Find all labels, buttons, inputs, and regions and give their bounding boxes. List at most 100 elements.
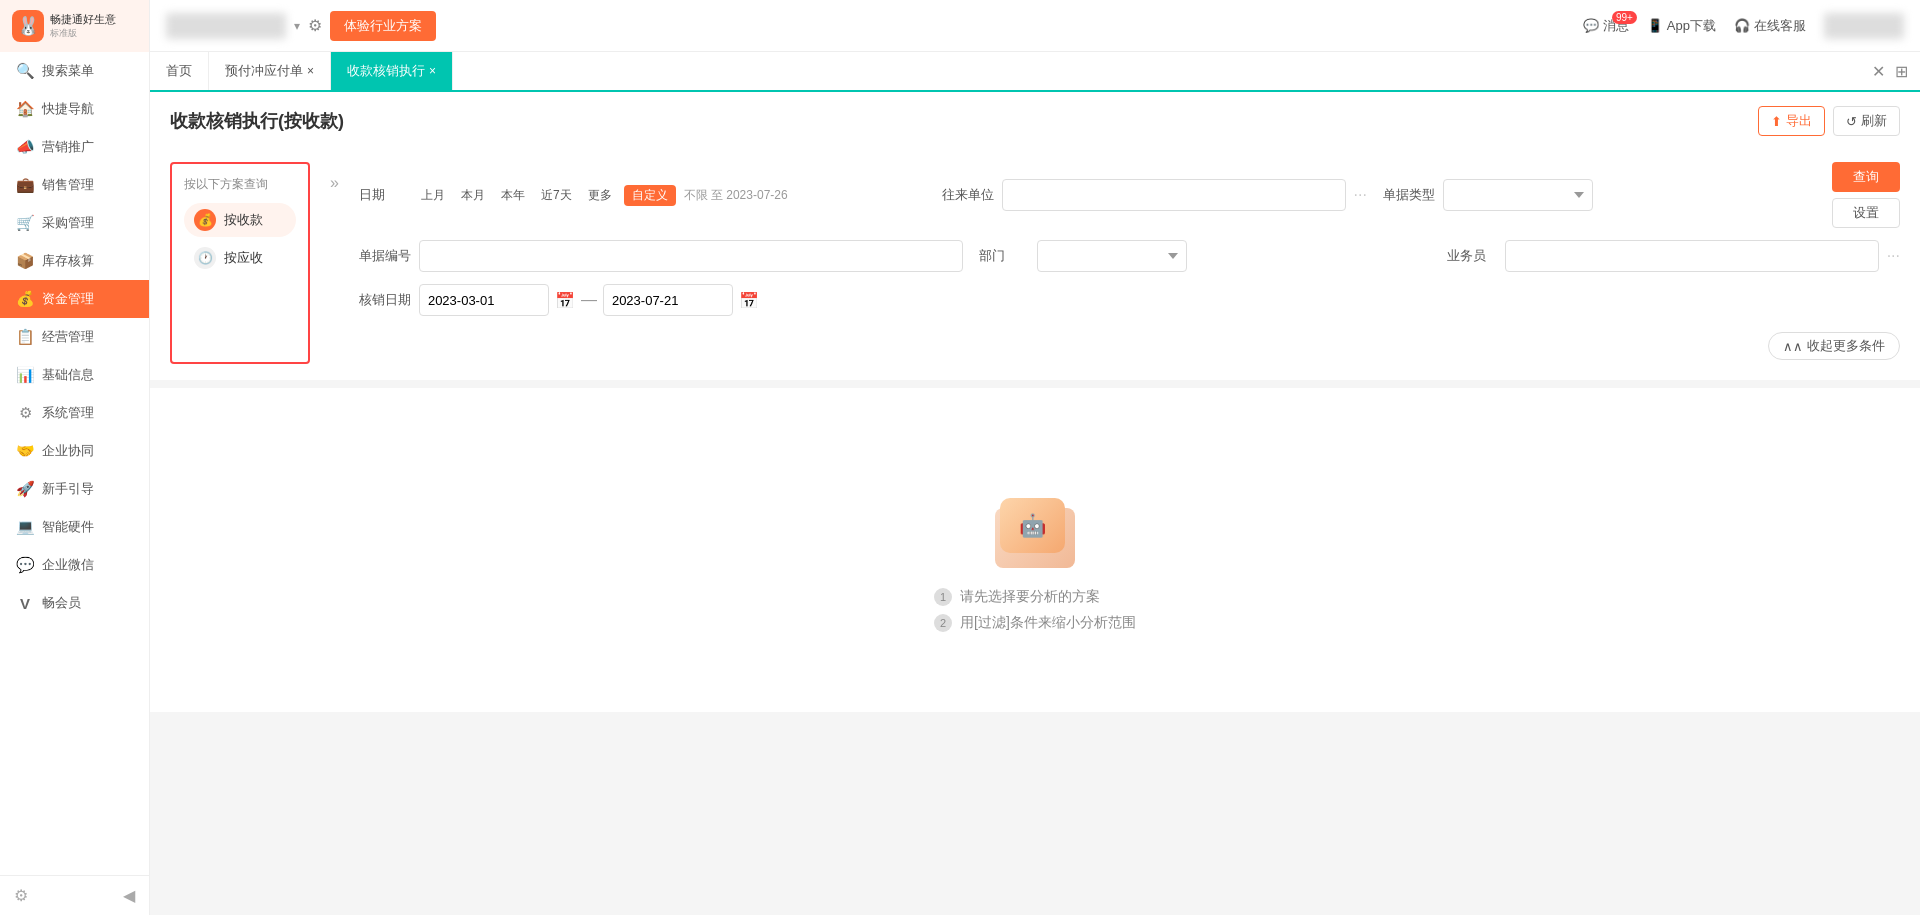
tab-writeoff-close[interactable]: × [429,64,436,78]
filter-option-receivable-label: 按应收 [224,249,263,267]
sidebar-label-enterprise: 企业协同 [42,442,94,460]
sidebar-label-finance: 资金管理 [42,290,94,308]
service-icon: 🎧 [1734,18,1750,33]
tip-num-2: 2 [934,614,952,632]
this-month-btn[interactable]: 本月 [457,185,489,206]
tab-home[interactable]: 首页 [150,52,209,90]
refresh-button[interactable]: ↺ 刷新 [1833,106,1900,136]
export-button[interactable]: ⬆ 导出 [1758,106,1825,136]
collapse-left-panel[interactable]: » [326,170,343,196]
dept-label: 部门 [979,247,1029,265]
sidebar-item-marketing[interactable]: 📣 营销推广 [0,128,149,166]
sidebar-item-search[interactable]: 🔍 搜索菜单 [0,52,149,90]
sidebar-item-basic[interactable]: 📊 基础信息 [0,356,149,394]
staff-field: 业务员 ··· [1447,240,1900,272]
sidebar-item-purchase[interactable]: 🛒 采购管理 [0,204,149,242]
staff-input[interactable] [1505,240,1878,272]
management-icon: 📋 [16,328,34,346]
staff-dots[interactable]: ··· [1887,247,1900,265]
collapse-sidebar-icon[interactable]: ◀ [123,886,135,905]
custom-date-btn[interactable]: 自定义 [624,185,676,206]
sidebar-item-guide[interactable]: 🚀 新手引导 [0,470,149,508]
date-separator: — [581,291,597,309]
sidebar-item-wechat[interactable]: 💬 企业微信 [0,546,149,584]
sidebar-logo: 🐰 畅捷通好生意 标准版 [0,0,149,52]
tabs-controls: ✕ ⊞ [1872,62,1920,81]
settings-footer-icon[interactable]: ⚙ [14,886,28,905]
writeoff-date-start-input[interactable] [419,284,549,316]
sidebar-item-finance[interactable]: 💰 资金管理 [0,280,149,318]
writeoff-start-cal-icon[interactable]: 📅 [555,291,575,310]
gear-icon[interactable]: ⚙ [308,16,322,35]
sidebar-item-inventory[interactable]: 📦 库存核算 [0,242,149,280]
sidebar-item-sales[interactable]: 💼 销售管理 [0,166,149,204]
app-download-button[interactable]: 📱 App下载 [1647,17,1716,35]
tab-writeoff-label: 收款核销执行 [347,62,425,80]
writeoff-date-end-input[interactable] [603,284,733,316]
sidebar-item-enterprise[interactable]: 🤝 企业协同 [0,432,149,470]
receivable-icon: 🕐 [194,247,216,269]
marketing-icon: 📣 [16,138,34,156]
inventory-icon: 📦 [16,252,34,270]
sidebar-item-nav[interactable]: 🏠 快捷导航 [0,90,149,128]
filter-row-3: 核销日期 📅 — 📅 [359,284,1900,316]
close-tab-icon[interactable]: ✕ [1872,62,1885,81]
setting-button[interactable]: 设置 [1832,198,1900,228]
date-field: 日期 上月 本月 本年 近7天 更多 自定义 不限 至 2023-07-26 [359,185,926,206]
filter-form: 日期 上月 本月 本年 近7天 更多 自定义 不限 至 2023-07-26 [359,162,1900,364]
last-7days-btn[interactable]: 近7天 [537,185,576,206]
counterparty-input[interactable] [1002,179,1346,211]
sidebar-label-wechat: 企业微信 [42,556,94,574]
app-label: App下载 [1667,17,1716,35]
dept-select[interactable] [1037,240,1187,272]
tip-text-1: 请先选择要分析的方案 [960,588,1100,606]
tab-writeoff[interactable]: 收款核销执行 × [331,52,453,90]
tab-prepay[interactable]: 预付冲应付单 × [209,52,331,90]
voucher-no-input[interactable] [419,240,963,272]
message-icon: 💬 [1583,18,1599,33]
topbar-left: ▾ ⚙ 体验行业方案 [166,11,436,41]
this-year-btn[interactable]: 本年 [497,185,529,206]
tabs-bar: 首页 预付冲应付单 × 收款核销执行 × ✕ ⊞ [150,52,1920,92]
message-button[interactable]: 💬 消息 99+ [1583,17,1629,35]
query-button[interactable]: 查询 [1832,162,1900,192]
topbar: ▾ ⚙ 体验行业方案 💬 消息 99+ 📱 App下载 🎧 在线客服 [150,0,1920,52]
app-icon: 📱 [1647,18,1663,33]
sidebar-item-system[interactable]: ⚙ 系统管理 [0,394,149,432]
writeoff-date-field: 核销日期 📅 — 📅 [359,284,759,316]
expand-tab-icon[interactable]: ⊞ [1895,62,1908,81]
tab-prepay-close[interactable]: × [307,64,314,78]
dropdown-icon[interactable]: ▾ [294,19,300,33]
collapse-icon: ∧∧ [1783,339,1803,354]
writeoff-end-cal-icon[interactable]: 📅 [739,291,759,310]
counterparty-label: 往来单位 [942,186,994,204]
more-date-btn[interactable]: 更多 [584,185,616,206]
tip-text-2: 用[过滤]条件来缩小分析范围 [960,614,1136,632]
sidebar-nav: 🔍 搜索菜单 🏠 快捷导航 📣 营销推广 💼 销售管理 🛒 采购管理 📦 库存核… [0,52,149,875]
date-label: 日期 [359,186,409,204]
sidebar-item-hardware[interactable]: 💻 智能硬件 [0,508,149,546]
sidebar-label-search: 搜索菜单 [42,62,94,80]
sidebar-label-guide: 新手引导 [42,480,94,498]
writeoff-date-group: 📅 — 📅 [419,284,759,316]
sidebar-label-nav: 快捷导航 [42,100,94,118]
counterparty-dots[interactable]: ··· [1354,186,1367,204]
sales-icon: 💼 [16,176,34,194]
sidebar-label-hardware: 智能硬件 [42,518,94,536]
date-shortcuts: 上月 本月 本年 近7天 更多 自定义 不限 至 2023-07-26 [417,185,788,206]
filter-row-1: 日期 上月 本月 本年 近7天 更多 自定义 不限 至 2023-07-26 [359,162,1900,228]
voucher-type-select[interactable] [1443,179,1593,211]
sidebar-item-member[interactable]: V 畅会员 [0,584,149,622]
filter-option-by-receivable[interactable]: 🕐 按应收 [184,241,296,275]
sidebar-label-basic: 基础信息 [42,366,94,384]
wechat-icon: 💬 [16,556,34,574]
last-month-btn[interactable]: 上月 [417,185,449,206]
empty-tip-2: 2 用[过滤]条件来缩小分析范围 [934,614,1136,632]
purchase-icon: 🛒 [16,214,34,232]
filter-option-by-receipt[interactable]: 💰 按收款 [184,203,296,237]
collapse-more-button[interactable]: ∧∧ 收起更多条件 [1768,332,1900,360]
filter-left-panel: 按以下方案查询 💰 按收款 🕐 按应收 [170,162,310,364]
sidebar-item-management[interactable]: 📋 经营管理 [0,318,149,356]
service-button[interactable]: 🎧 在线客服 [1734,17,1806,35]
solution-button[interactable]: 体验行业方案 [330,11,436,41]
